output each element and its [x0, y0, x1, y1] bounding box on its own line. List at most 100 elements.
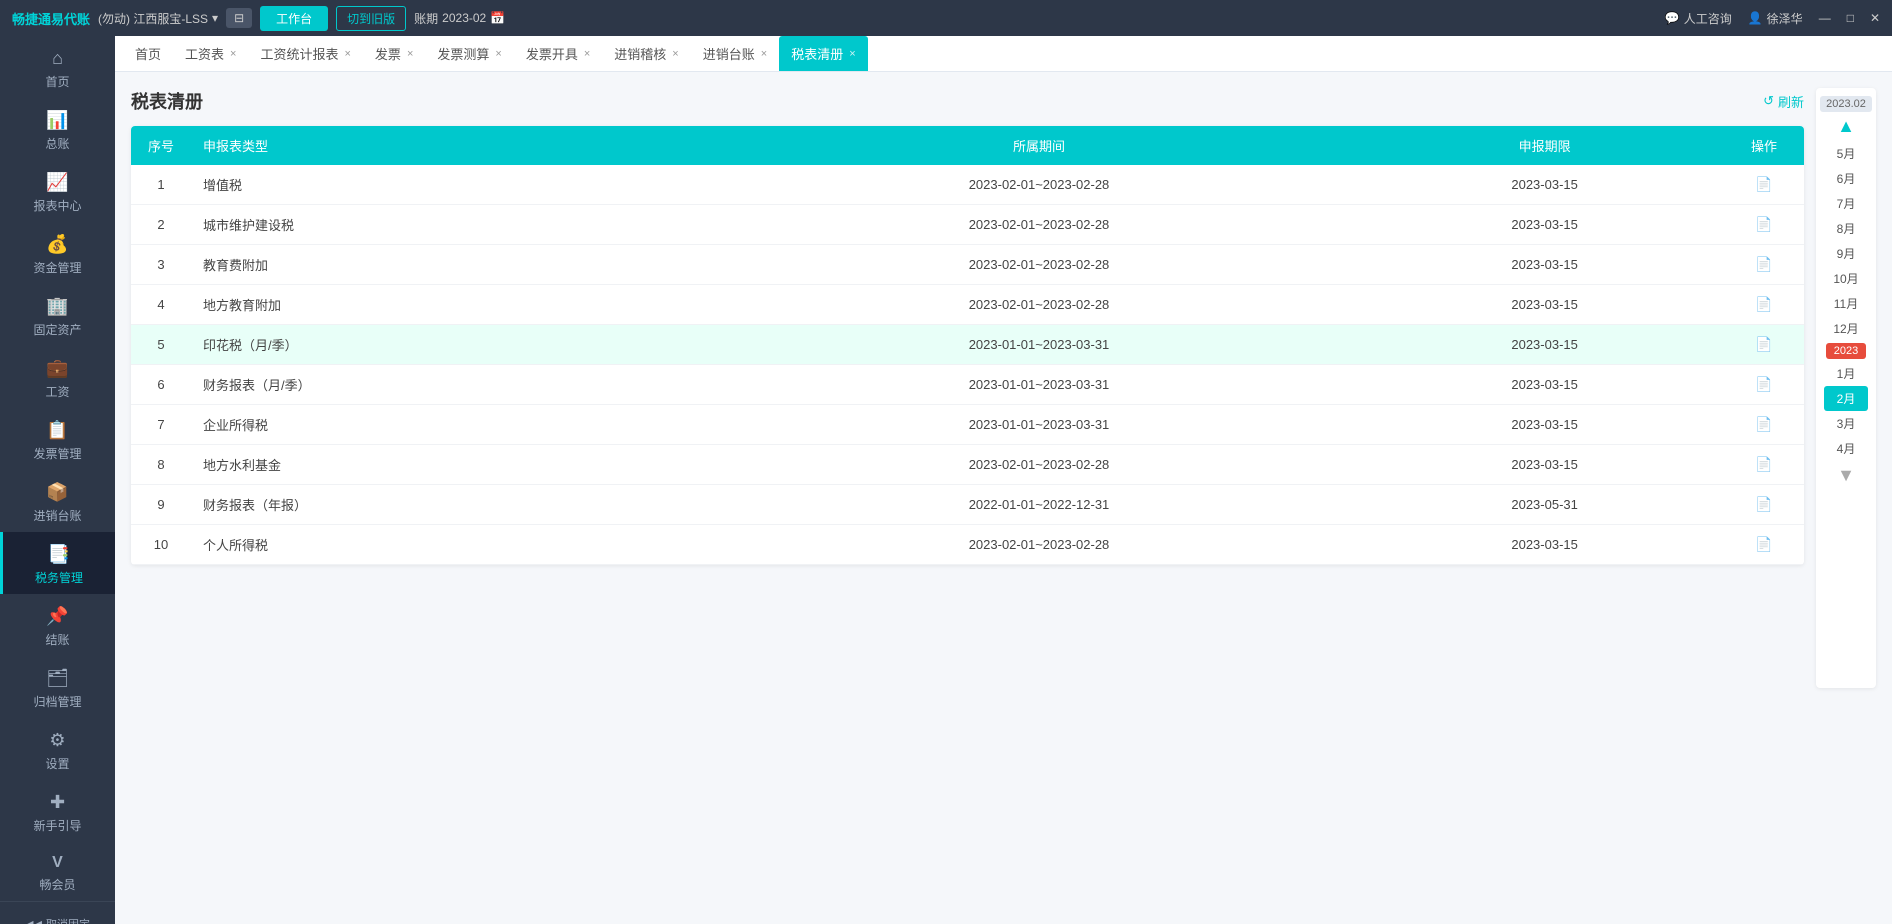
report-icon: 📈: [46, 172, 68, 193]
sidebar-item-label: 首页: [45, 73, 69, 90]
tab-close-icon[interactable]: ×: [230, 48, 236, 60]
cell-period: 2023-02-01~2023-02-28: [713, 285, 1365, 325]
action-doc-icon[interactable]: 📄: [1755, 176, 1772, 192]
cell-no: 2: [131, 205, 191, 245]
table-header-row: 序号 申报表类型 所属期间 申报期限 操作: [131, 126, 1804, 165]
tab-invoice-calc[interactable]: 发票测算 ×: [425, 36, 513, 72]
cell-deadline: 2023-03-15: [1365, 285, 1724, 325]
sidebar-item-report[interactable]: 📈 报表中心: [0, 160, 115, 222]
sidebar-item-salary[interactable]: 💼 工资: [0, 346, 115, 408]
period-panel: 2023.02 ▲ 5月 6月 7月 8月 9月 10月 11月 12月 202…: [1816, 88, 1876, 688]
company-selector[interactable]: (勿动) 江西服宝-LSS ▾: [98, 10, 218, 27]
action-doc-icon[interactable]: 📄: [1755, 256, 1772, 272]
tab-purchase-ledger[interactable]: 进销台账 ×: [691, 36, 779, 72]
cell-deadline: 2023-03-15: [1365, 205, 1724, 245]
sidebar-item-archive[interactable]: 🗂 归档管理: [0, 656, 115, 718]
copy-button[interactable]: ⊟: [226, 8, 252, 28]
period-month-3[interactable]: 3月: [1824, 411, 1868, 436]
col-deadline: 申报期限: [1365, 126, 1724, 165]
tab-purchase-check[interactable]: 进销稽核 ×: [602, 36, 690, 72]
col-period: 所属期间: [713, 126, 1365, 165]
period-month-7[interactable]: 7月: [1824, 191, 1868, 216]
user-profile[interactable]: 👤 徐泽华: [1748, 10, 1803, 27]
refresh-button[interactable]: ↺ 刷新: [1763, 92, 1804, 111]
cell-no: 6: [131, 365, 191, 405]
action-doc-icon[interactable]: 📄: [1755, 536, 1772, 552]
sidebar-item-label: 发票管理: [33, 445, 81, 462]
sidebar-item-funds[interactable]: 💰 资金管理: [0, 222, 115, 284]
period-month-10[interactable]: 10月: [1824, 266, 1868, 291]
period-month-6[interactable]: 6月: [1824, 166, 1868, 191]
action-doc-icon[interactable]: 📄: [1755, 216, 1772, 232]
sidebar-item-guide[interactable]: ✚ 新手引导: [0, 780, 115, 842]
tab-close-icon[interactable]: ×: [761, 48, 767, 60]
period-month-8[interactable]: 8月: [1824, 216, 1868, 241]
period-value: 2023-02: [442, 11, 486, 25]
sidebar-item-purchase[interactable]: 📦 进销台账: [0, 470, 115, 532]
tab-label: 工资统计报表: [260, 44, 338, 63]
sidebar-item-invoice[interactable]: 📋 发票管理: [0, 408, 115, 470]
sidebar-item-closing[interactable]: 📌 结账: [0, 594, 115, 656]
cell-type: 城市维护建设税: [191, 205, 713, 245]
tab-label: 工资表: [185, 44, 224, 63]
maximize-button[interactable]: □: [1847, 11, 1854, 25]
sidebar-item-vip[interactable]: V 畅会员: [0, 842, 115, 901]
period-down-arrow[interactable]: ▼: [1837, 465, 1855, 486]
action-doc-icon[interactable]: 📄: [1755, 296, 1772, 312]
close-window-button[interactable]: ✕: [1870, 11, 1880, 25]
tab-close-icon[interactable]: ×: [344, 48, 350, 60]
home-icon: ⌂: [52, 48, 63, 69]
tab-invoice-open[interactable]: 发票开具 ×: [514, 36, 602, 72]
workspace-button[interactable]: 工作台: [260, 6, 328, 31]
sidebar-item-ledger[interactable]: 📊 总账: [0, 98, 115, 160]
action-doc-icon[interactable]: 📄: [1755, 496, 1772, 512]
action-doc-icon[interactable]: 📄: [1755, 376, 1772, 392]
action-doc-icon[interactable]: 📄: [1755, 416, 1772, 432]
tab-salary-table[interactable]: 工资表 ×: [173, 36, 248, 72]
table-row: 8 地方水利基金 2023-02-01~2023-02-28 2023-03-1…: [131, 445, 1804, 485]
tab-invoice[interactable]: 发票 ×: [363, 36, 425, 72]
period-month-11[interactable]: 11月: [1824, 291, 1868, 316]
assets-icon: 🏢: [46, 296, 68, 317]
period-up-arrow[interactable]: ▲: [1837, 116, 1855, 137]
tab-salary-stats[interactable]: 工资统计报表 ×: [248, 36, 362, 72]
tab-close-icon[interactable]: ×: [407, 48, 413, 60]
unpin-button[interactable]: ◀◀ 取消固定: [0, 910, 115, 924]
minimize-button[interactable]: —: [1819, 11, 1831, 25]
period-month-4[interactable]: 4月: [1824, 436, 1868, 461]
cell-action: 📄: [1724, 325, 1804, 365]
cell-deadline: 2023-03-15: [1365, 245, 1724, 285]
sidebar-item-settings[interactable]: ⚙ 设置: [0, 718, 115, 780]
calendar-icon[interactable]: 📅: [490, 11, 505, 25]
period-month-9[interactable]: 9月: [1824, 241, 1868, 266]
period-month-5[interactable]: 5月: [1824, 141, 1868, 166]
period-month-1[interactable]: 1月: [1824, 361, 1868, 386]
tab-close-icon[interactable]: ×: [849, 48, 855, 60]
sidebar-item-assets[interactable]: 🏢 固定资产: [0, 284, 115, 346]
cell-type: 企业所得税: [191, 405, 713, 445]
ledger-icon: 📊: [46, 110, 68, 131]
action-doc-icon[interactable]: 📄: [1755, 336, 1772, 352]
sidebar-item-home[interactable]: ⌂ 首页: [0, 36, 115, 98]
action-doc-icon[interactable]: 📄: [1755, 456, 1772, 472]
main-panel: 税表清册 ↺ 刷新 序号 申报表类型 所属期间 申报期限 操作: [131, 88, 1804, 908]
period-month-12[interactable]: 12月: [1824, 316, 1868, 341]
tab-close-icon[interactable]: ×: [672, 48, 678, 60]
cell-deadline: 2023-03-15: [1365, 365, 1724, 405]
period-month-2[interactable]: 2月: [1824, 386, 1868, 411]
tab-home[interactable]: 首页: [123, 36, 173, 72]
tab-tax-register[interactable]: 税表清册 ×: [779, 36, 867, 72]
switch-old-button[interactable]: 切到旧版: [336, 6, 406, 31]
help-button[interactable]: 💬 人工咨询: [1665, 10, 1732, 27]
salary-icon: 💼: [46, 358, 68, 379]
tab-close-icon[interactable]: ×: [495, 48, 501, 60]
sidebar-item-label: 归档管理: [33, 693, 81, 710]
unpin-label: 取消固定: [46, 916, 90, 924]
topbar-right: 💬 人工咨询 👤 徐泽华 — □ ✕: [1665, 10, 1880, 27]
table-row: 2 城市维护建设税 2023-02-01~2023-02-28 2023-03-…: [131, 205, 1804, 245]
cell-no: 9: [131, 485, 191, 525]
period-year-2023[interactable]: 2023: [1826, 343, 1866, 359]
cell-period: 2023-02-01~2023-02-28: [713, 525, 1365, 565]
tab-close-icon[interactable]: ×: [584, 48, 590, 60]
sidebar-item-tax[interactable]: 📑 税务管理: [0, 532, 115, 594]
